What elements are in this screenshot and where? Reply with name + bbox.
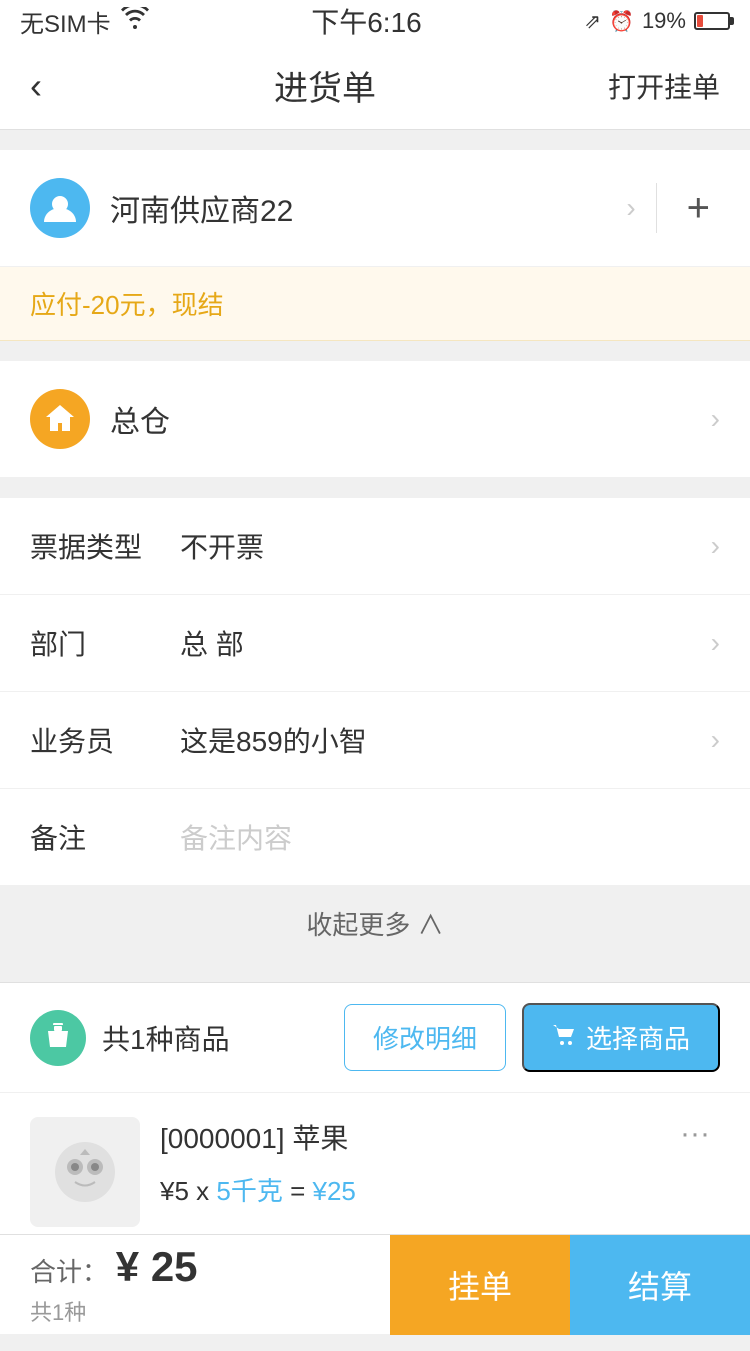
- staff-row[interactable]: 业务员 这是859的小智 ›: [0, 691, 750, 788]
- open-hang-button[interactable]: 打开挂单: [608, 66, 720, 106]
- status-bar-left: 无SIM卡: [20, 4, 149, 39]
- section-gap-1: [0, 130, 750, 150]
- remark-row[interactable]: 备注 备注内容: [0, 788, 750, 885]
- invoice-row[interactable]: 票据类型 不开票 ›: [0, 497, 750, 594]
- supplier-avatar: [30, 178, 90, 238]
- dept-value: 总 部: [160, 623, 711, 663]
- section-gap-2: [0, 341, 750, 361]
- total-amount: ¥ 25: [116, 1243, 198, 1290]
- invoice-chevron-icon: ›: [711, 530, 720, 562]
- warehouse-icon: [30, 389, 90, 449]
- collapse-button[interactable]: 收起更多 ∧: [0, 885, 750, 962]
- battery-percent: 19%: [642, 8, 686, 34]
- alarm-icon: ⏰: [609, 9, 634, 34]
- product-header: 共1种商品 修改明细 选择商品: [0, 982, 750, 1092]
- wifi-icon: [121, 7, 149, 36]
- chevron-right-icon: ›: [626, 192, 635, 224]
- location-icon: ⇗: [584, 9, 601, 34]
- price-value: ¥5: [160, 1176, 189, 1206]
- user-icon: [42, 190, 78, 226]
- select-product-button[interactable]: 选择商品: [522, 1003, 720, 1072]
- cart-icon: [552, 1022, 578, 1053]
- status-bar-time: 下午6:16: [311, 1, 422, 41]
- total-area: 合计： ¥ 25 共1种: [0, 1243, 390, 1327]
- battery-icon: [694, 12, 730, 30]
- form-section: 票据类型 不开票 › 部门 总 部 › 业务员 这是859的小智 › 备注 备注…: [0, 497, 750, 885]
- bottom-bar: 合计： ¥ 25 共1种 挂单 结算: [0, 1234, 750, 1334]
- product-total: ¥25: [313, 1176, 356, 1206]
- total-label: 合计：: [30, 1257, 108, 1287]
- back-button[interactable]: ‹: [30, 65, 42, 107]
- staff-label: 业务员: [30, 720, 160, 760]
- select-product-label: 选择商品: [586, 1019, 690, 1056]
- product-thumbnail: [30, 1117, 140, 1227]
- staff-chevron-icon: ›: [711, 724, 720, 756]
- staff-value: 这是859的小智: [160, 720, 711, 760]
- carrier-text: 无SIM卡: [20, 4, 111, 39]
- supplier-notice: 应付-20元，现结: [0, 267, 750, 341]
- invoice-value: 不开票: [160, 526, 711, 566]
- supplier-row[interactable]: 河南供应商22 › +: [0, 150, 750, 267]
- product-count-label: 共1种商品: [102, 1018, 344, 1058]
- page-title: 进货单: [274, 61, 376, 110]
- invoice-label: 票据类型: [30, 526, 160, 566]
- vertical-divider: [656, 183, 657, 233]
- add-supplier-button[interactable]: +: [677, 186, 720, 231]
- price-eq: =: [290, 1176, 312, 1206]
- supplier-name: 河南供应商22: [110, 186, 626, 230]
- total-count: 共1种: [30, 1295, 360, 1327]
- hang-button[interactable]: 挂单: [390, 1235, 570, 1335]
- status-bar: 无SIM卡 下午6:16 ⇗ ⏰ 19%: [0, 0, 750, 42]
- shopping-bag-icon: [43, 1023, 73, 1053]
- product-code: [0000001]: [160, 1123, 285, 1154]
- warehouse-chevron-icon: ›: [711, 403, 720, 435]
- product-name: [0000001] 苹果: [160, 1117, 670, 1157]
- warehouse-row[interactable]: 总仓 ›: [0, 361, 750, 477]
- status-bar-right: ⇗ ⏰ 19%: [584, 8, 730, 34]
- product-title: 苹果: [292, 1123, 348, 1154]
- section-gap-3: [0, 477, 750, 497]
- product-count-icon: [30, 1010, 86, 1066]
- product-more-button[interactable]: ···: [670, 1117, 720, 1151]
- product-qty: 5千克: [216, 1176, 282, 1206]
- nav-bar: ‹ 进货单 打开挂单: [0, 42, 750, 130]
- settle-button[interactable]: 结算: [570, 1235, 750, 1335]
- dept-row[interactable]: 部门 总 部 ›: [0, 594, 750, 691]
- product-item: [0000001] 苹果 ¥5 x 5千克 = ¥25 ···: [0, 1092, 750, 1251]
- product-default-icon: [50, 1137, 120, 1207]
- remark-label: 备注: [30, 817, 160, 857]
- product-info: [0000001] 苹果 ¥5 x 5千克 = ¥25: [160, 1117, 670, 1208]
- product-price: ¥5 x 5千克 = ¥25: [160, 1171, 670, 1208]
- edit-detail-button[interactable]: 修改明细: [344, 1004, 506, 1071]
- dept-label: 部门: [30, 623, 160, 663]
- section-gap-4: [0, 962, 750, 982]
- supplier-section: 河南供应商22 › + 应付-20元，现结: [0, 150, 750, 341]
- house-icon: [44, 403, 76, 435]
- price-sep: x: [196, 1176, 216, 1206]
- warehouse-name: 总仓: [110, 397, 711, 441]
- dept-chevron-icon: ›: [711, 627, 720, 659]
- remark-value: 备注内容: [160, 817, 720, 857]
- warehouse-section: 总仓 ›: [0, 361, 750, 477]
